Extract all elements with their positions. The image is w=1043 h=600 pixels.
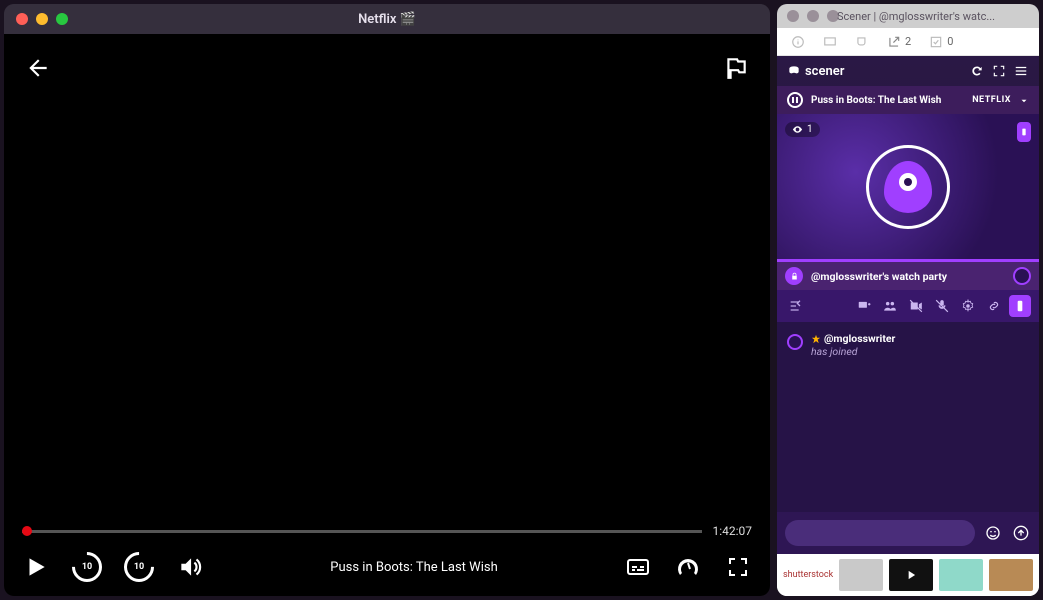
chat-message: @mglosswriter has joined [787,332,1029,358]
scener-window: Scener | @mglosswriter's watc... 2 0 sce… [777,4,1039,596]
now-playing-bar[interactable]: Puss in Boots: The Last Wish NETFLIX [777,86,1039,114]
progress-handle[interactable] [22,526,32,536]
chat-username: @mglosswriter [811,332,1029,345]
scener-header: scener [777,56,1039,86]
pause-icon[interactable] [787,92,803,108]
duration-label: 1:42:07 [712,524,752,538]
party-host-avatar[interactable] [1013,267,1031,285]
close-button[interactable] [787,10,799,22]
cup-icon[interactable] [855,35,869,49]
emoji-icon[interactable] [983,523,1003,543]
browser-toolbar: 2 0 [777,28,1039,56]
scener-logo: scener [787,64,963,79]
remote-icon[interactable] [1017,122,1031,142]
watermark: shutterstock [783,570,833,580]
thumbnail[interactable] [989,559,1033,591]
service-label: NETFLIX [972,95,1011,105]
chat-text: has joined [811,345,1029,358]
skip-back-10-button[interactable]: 10 [72,552,102,582]
chat-avatar [787,334,803,350]
checkbox-icon[interactable] [929,35,943,49]
titlebar: Netflix 🎬 [4,4,770,34]
host-controls-icon[interactable] [785,295,807,317]
info-icon[interactable] [791,35,805,49]
skip-forward-10-button[interactable]: 10 [124,552,154,582]
send-icon[interactable] [1011,523,1031,543]
check-count: 0 [947,35,953,48]
add-screen-icon[interactable] [853,295,875,317]
party-name: @mglosswriter's watch party [811,270,1005,283]
remote-button[interactable] [1009,295,1031,317]
expand-icon[interactable] [991,63,1007,79]
speed-icon[interactable] [674,553,702,581]
window-title: Scener | @mglosswriter's watc... [837,10,1031,23]
play-button[interactable] [22,553,50,581]
player-controls: 1:42:07 10 10 Puss in Boots: The Last Wi… [22,524,752,582]
viewer-count: 1 [785,122,820,137]
avatar-icon [884,161,932,213]
scener-app: scener Puss in Boots: The Last Wish NETF… [777,56,1039,554]
host-avatar [866,145,950,229]
flag-icon[interactable] [722,54,750,82]
thumbnail-strip: shutterstock [777,554,1039,596]
chat-input-row [777,512,1039,554]
fullscreen-icon[interactable] [724,553,752,581]
menu-icon[interactable] [1013,63,1029,79]
popout-icon[interactable] [887,35,901,49]
traffic-lights [787,10,839,22]
video-area[interactable]: 1:42:07 10 10 Puss in Boots: The Last Wi… [4,34,770,596]
chevron-down-icon[interactable] [1019,91,1029,110]
popout-count: 2 [905,35,911,48]
minimize-button[interactable] [807,10,819,22]
netflix-window: Netflix 🎬 1:42:07 10 [4,4,770,596]
screen-icon[interactable] [823,35,837,49]
video-title: Puss in Boots: The Last Wish [330,560,497,575]
window-title: Netflix 🎬 [4,12,770,27]
thumbnail[interactable] [839,559,883,591]
chat-input[interactable] [785,520,975,546]
refresh-icon[interactable] [969,63,985,79]
camera-off-icon[interactable] [905,295,927,317]
back-arrow-icon[interactable] [24,54,52,82]
link-icon[interactable] [983,295,1005,317]
thumbnail[interactable] [889,559,933,591]
titlebar: Scener | @mglosswriter's watc... [777,4,1039,28]
thumbnail[interactable] [939,559,983,591]
party-bar: @mglosswriter's watch party [777,262,1039,290]
volume-icon[interactable] [176,553,204,581]
chat-area: @mglosswriter has joined [777,322,1039,512]
now-playing-title: Puss in Boots: The Last Wish [811,95,964,106]
subtitles-icon[interactable] [624,553,652,581]
lock-icon[interactable] [785,267,803,285]
progress-bar[interactable] [22,530,702,533]
people-icon[interactable] [879,295,901,317]
mic-off-icon[interactable] [931,295,953,317]
camera-area: 1 [777,114,1039,262]
action-bar [777,290,1039,322]
gear-icon[interactable] [957,295,979,317]
